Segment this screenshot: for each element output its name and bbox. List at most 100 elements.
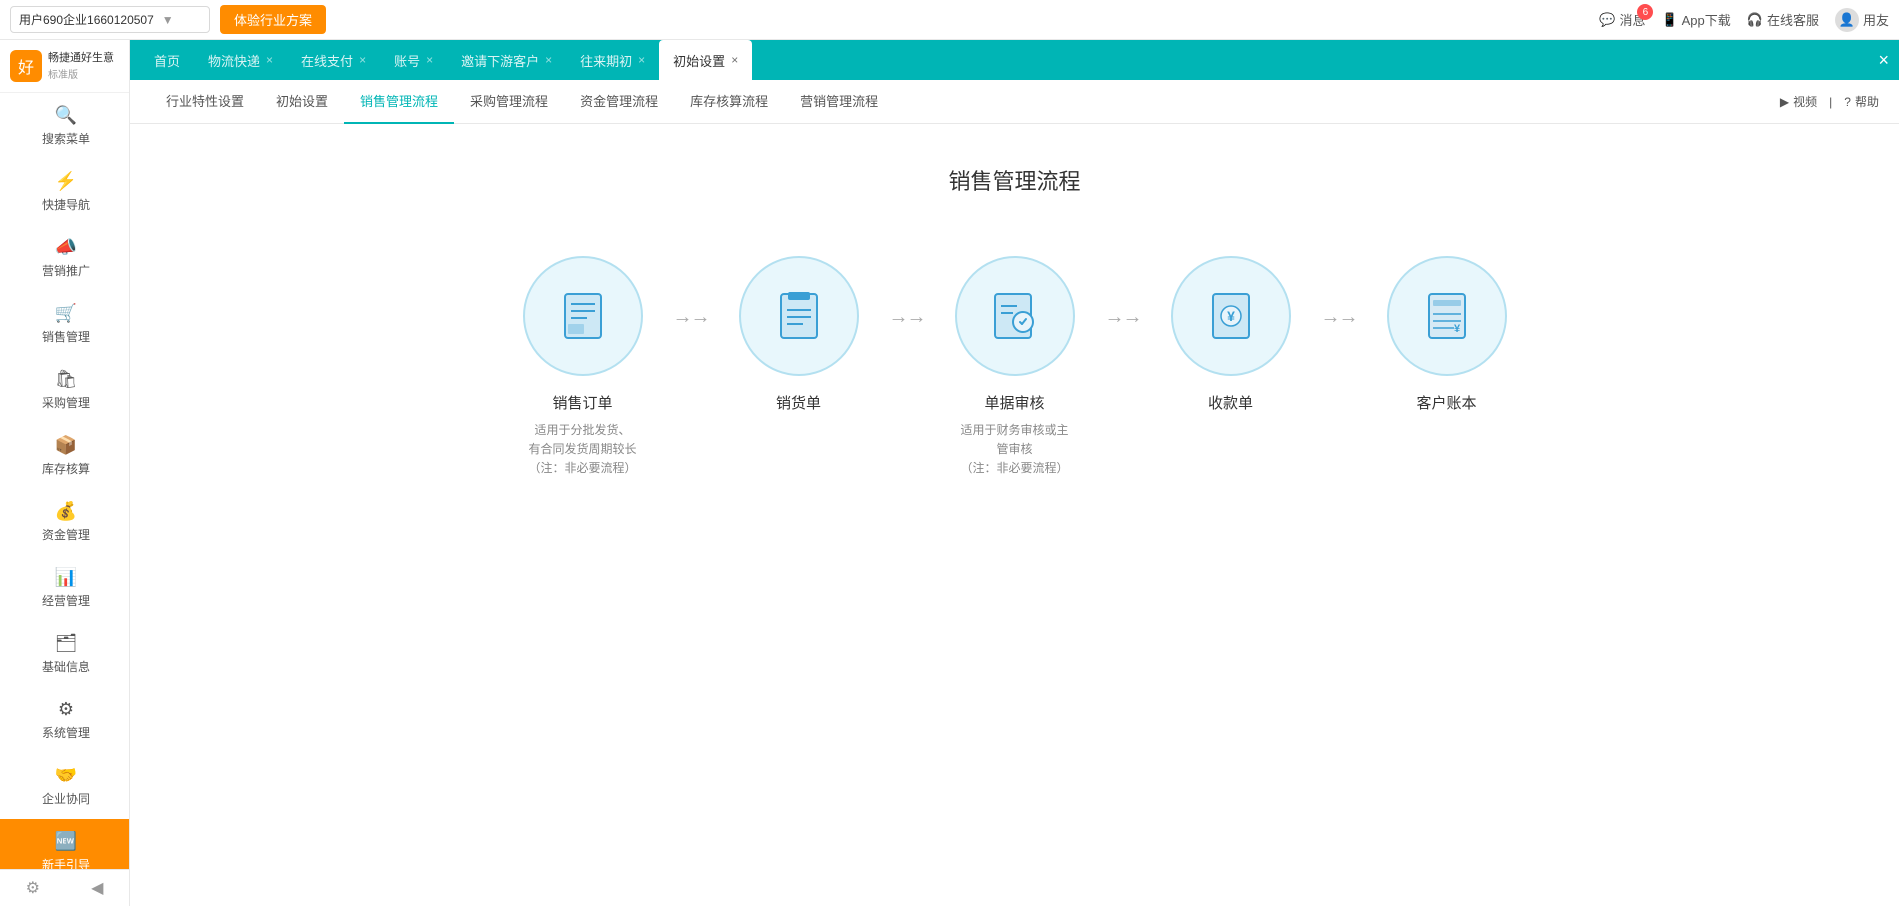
help-label: 帮助 [1855,93,1879,110]
tab-payment[interactable]: 在线支付 × [287,40,380,80]
finance-icon: 💰 [55,501,77,522]
flow-label-audit: 单据审核 [984,392,1044,413]
app-download-item[interactable]: 📱 App下载 [1661,10,1730,29]
flow-item-audit[interactable]: 单据审核 适用于财务审核或主管审核（注：非必要流程） [925,256,1105,479]
sales-icon: 🛒 [55,303,77,324]
sidebar-label-operation: 经营管理 [42,592,90,609]
operation-icon: 📊 [55,567,77,588]
tab-logistics-close[interactable]: × [266,53,273,67]
sidebar-item-operation[interactable]: 📊 经营管理 [0,555,129,621]
flow-item-delivery[interactable]: 销货单 [709,256,889,421]
service-item[interactable]: 🎧 在线客服 [1747,10,1819,29]
purchase-icon: 🛍 [55,369,78,390]
subtab-inventory-flow[interactable]: 库存核算流程 [674,80,784,124]
subtab-sales-flow[interactable]: 销售管理流程 [344,80,454,124]
svg-text:¥: ¥ [1227,308,1235,324]
sidebar-item-inventory[interactable]: 📦 库存核算 [0,423,129,489]
sidebar-item-search[interactable]: 🔍 搜索菜单 [0,93,129,159]
flow-circle-audit [955,256,1075,376]
flow-diagram: 销售订单 适用于分批发货、有合同发货周期较长（注：非必要流程） →→ [150,236,1879,499]
system-icon: ⚙ [58,699,74,720]
tab-account[interactable]: 账号 × [380,40,447,80]
tab-init-label: 初始设置 [673,51,725,70]
sidebar-item-finance[interactable]: 💰 资金管理 [0,489,129,555]
tab-home[interactable]: 首页 [140,40,194,80]
sidebar-items: 🔍 搜索菜单 ⚡ 快捷导航 📣 营销推广 🛒 销售管理 🛍 采购管理 📦 [0,93,129,869]
message-badge: 6 [1637,4,1653,20]
user-label: 用户690企业1660120507 [19,11,154,28]
subtab-marketing-flow[interactable]: 营销管理流程 [784,80,894,124]
basic-icon: 🗂 [55,633,78,654]
marketing-icon: 📣 [55,237,77,258]
svg-text:¥: ¥ [1454,323,1461,335]
sidebar-item-basic[interactable]: 🗂 基础信息 [0,621,129,687]
tab-payment-label: 在线支付 [301,51,353,70]
flow-item-receipt[interactable]: ¥ 收款单 [1141,256,1321,421]
tab-period[interactable]: 往来期初 × [566,40,659,80]
shortcut-icon: ⚡ [55,171,77,192]
subtab-finance-flow-label: 资金管理流程 [580,91,658,110]
settings-bottom-icon[interactable]: ⚙ [26,878,40,898]
sidebar-label-collab: 企业协同 [42,790,90,807]
sidebar-label-newguide: 新手引导 [42,856,90,869]
top-bar-left: 用户690企业1660120507 ▼ 体验行业方案 [10,5,1599,34]
tab-logistics[interactable]: 物流快递 × [194,40,287,80]
headset-icon: 🎧 [1747,12,1763,28]
sidebar-item-shortcut[interactable]: ⚡ 快捷导航 [0,159,129,225]
app-label: App下载 [1682,10,1731,29]
flow-label-delivery: 销货单 [776,392,821,413]
try-industry-button[interactable]: 体验行业方案 [220,5,326,34]
tab-downstream-label: 邀请下游客户 [461,51,539,70]
logo-icon: 好 [10,50,42,82]
close-all-tabs-button[interactable]: × [1878,50,1889,71]
user-select[interactable]: 用户690企业1660120507 ▼ [10,6,210,33]
flow-item-sales-order[interactable]: 销售订单 适用于分批发货、有合同发货周期较长（注：非必要流程） [493,256,673,479]
subtab-industry[interactable]: 行业特性设置 [150,80,260,124]
subtab-purchase-flow[interactable]: 采购管理流程 [454,80,564,124]
message-item[interactable]: 💬 消息 6 [1599,10,1645,29]
sidebar: 好 畅捷通好生意 标准版 🔍 搜索菜单 ⚡ 快捷导航 📣 营销推广 🛒 销售管理 [0,40,130,906]
subtab-purchase-flow-label: 采购管理流程 [470,91,548,110]
sub-tab-right: ▶ 视频 | ? 帮助 [1780,93,1879,110]
content-area: 销售管理流程 销售订单 适用于分批发货、有合同发货周期较长（ [130,124,1899,906]
sidebar-item-sales[interactable]: 🛒 销售管理 [0,291,129,357]
flow-label-receipt: 收款单 [1208,392,1253,413]
sidebar-label-marketing: 营销推广 [42,262,90,279]
sidebar-item-purchase[interactable]: 🛍 采购管理 [0,357,129,423]
help-link[interactable]: ? 帮助 [1844,93,1879,110]
tab-init-close[interactable]: × [731,53,738,67]
subtab-finance-flow[interactable]: 资金管理流程 [564,80,674,124]
dropdown-arrow-icon: ▼ [162,13,174,27]
tab-downstream[interactable]: 邀请下游客户 × [447,40,566,80]
sidebar-item-collab[interactable]: 🤝 企业协同 [0,753,129,819]
flow-label-ledger: 客户账本 [1416,392,1476,413]
sidebar-item-system[interactable]: ⚙ 系统管理 [0,687,129,753]
sidebar-item-marketing[interactable]: 📣 营销推广 [0,225,129,291]
subtab-init[interactable]: 初始设置 [260,80,344,124]
separator: | [1829,95,1832,109]
user-name-label: 用友 [1863,10,1889,29]
help-icon: ? [1844,95,1851,109]
flow-circle-receipt: ¥ [1171,256,1291,376]
message-icon: 💬 [1599,12,1615,28]
flow-desc-sales-order: 适用于分批发货、有合同发货周期较长（注：非必要流程） [528,421,636,479]
tab-init[interactable]: 初始设置 × [659,40,752,80]
tab-payment-close[interactable]: × [359,53,366,67]
newguide-icon: 🆕 [55,831,77,852]
page-title: 销售管理流程 [150,164,1879,196]
collapse-icon[interactable]: ◀ [91,878,103,898]
tab-account-close[interactable]: × [426,53,433,67]
tab-downstream-close[interactable]: × [545,53,552,67]
sidebar-item-newguide[interactable]: 🆕 新手引导 [0,819,129,869]
ledger-icon: ¥ [1419,288,1475,344]
subtab-sales-flow-label: 销售管理流程 [360,91,438,110]
user-item[interactable]: 👤 用友 [1835,8,1889,32]
inventory-icon: 📦 [55,435,77,456]
main-area: 首页 物流快递 × 在线支付 × 账号 × 邀请下游客户 × 往来期初 × [130,40,1899,906]
flow-circle-sales-order [523,256,643,376]
video-link[interactable]: ▶ 视频 [1780,93,1817,110]
tab-period-close[interactable]: × [638,53,645,67]
flow-item-ledger[interactable]: ¥ 客户账本 [1357,256,1537,421]
nav-tabs: 首页 物流快递 × 在线支付 × 账号 × 邀请下游客户 × 往来期初 × [130,40,1899,80]
sidebar-logo: 好 畅捷通好生意 标准版 [0,40,129,93]
